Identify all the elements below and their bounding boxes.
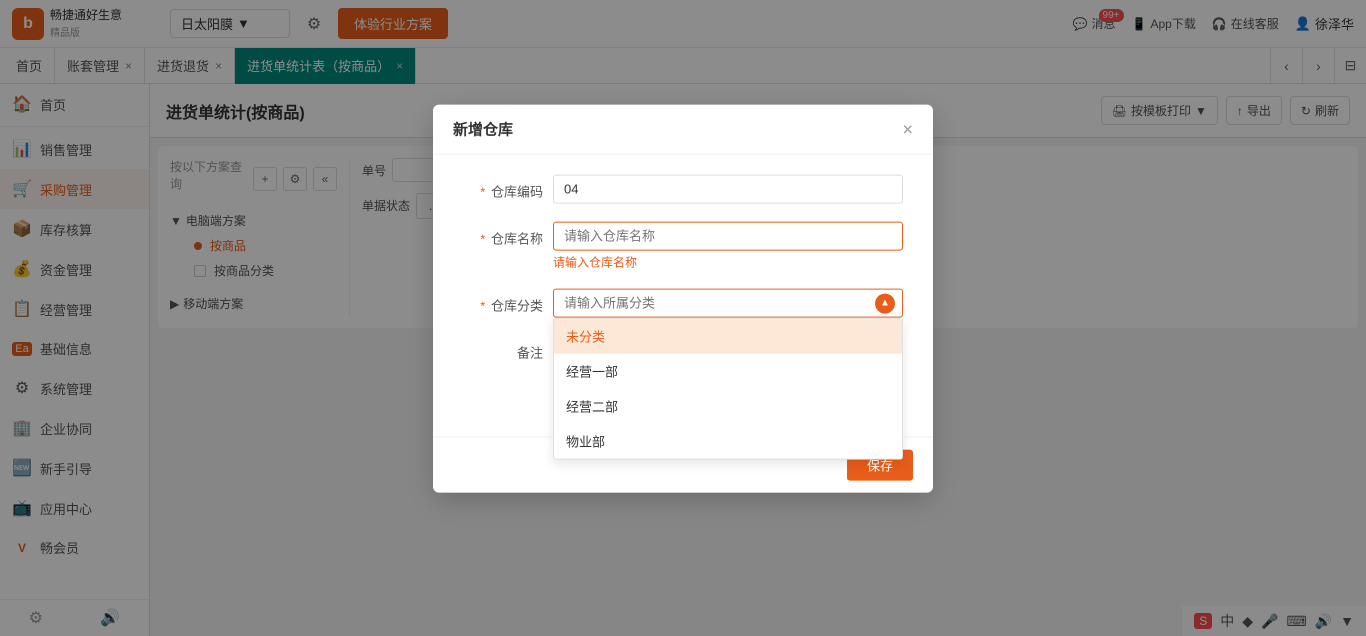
modal-title: 新增仓库 <box>453 119 513 140</box>
modal-body: * 仓库编码 * 仓库名称 请输入仓库名称 * 仓库分类 <box>433 155 933 437</box>
category-input[interactable] <box>553 289 903 318</box>
code-input[interactable] <box>553 175 903 204</box>
dropdown-item-dept1[interactable]: 经营一部 <box>554 354 902 389</box>
code-label: * 仓库编码 <box>463 175 553 201</box>
dropdown-item-none[interactable]: 未分类 <box>554 319 902 354</box>
dropdown-arrow-icon[interactable]: ▲ <box>875 293 895 313</box>
category-row: * 仓库分类 ▲ 未分类 经营一部 经营二部 物业部 <box>463 289 903 318</box>
name-input-wrap: 请输入仓库名称 <box>553 222 903 271</box>
category-dropdown-list: 未分类 经营一部 经营二部 物业部 <box>553 318 903 460</box>
dropdown-item-dept3[interactable]: 物业部 <box>554 424 902 459</box>
new-warehouse-modal: 新增仓库 × * 仓库编码 * 仓库名称 请输入仓库名称 <box>433 105 933 493</box>
modal-close-button[interactable]: × <box>902 120 913 138</box>
code-required-star: * <box>480 185 485 200</box>
name-label: * 仓库名称 <box>463 222 553 248</box>
category-label: * 仓库分类 <box>463 289 553 315</box>
remark-label: 备注 <box>463 336 553 362</box>
name-required-star: * <box>480 232 485 247</box>
category-input-wrap: ▲ 未分类 经营一部 经营二部 物业部 <box>553 289 903 318</box>
name-input[interactable] <box>553 222 903 251</box>
category-required-star: * <box>480 299 485 314</box>
modal-header: 新增仓库 × <box>433 105 933 155</box>
name-error-message: 请输入仓库名称 <box>553 254 903 271</box>
code-row: * 仓库编码 <box>463 175 903 204</box>
dropdown-item-dept2[interactable]: 经营二部 <box>554 389 902 424</box>
code-input-wrap <box>553 175 903 204</box>
name-row: * 仓库名称 请输入仓库名称 <box>463 222 903 271</box>
